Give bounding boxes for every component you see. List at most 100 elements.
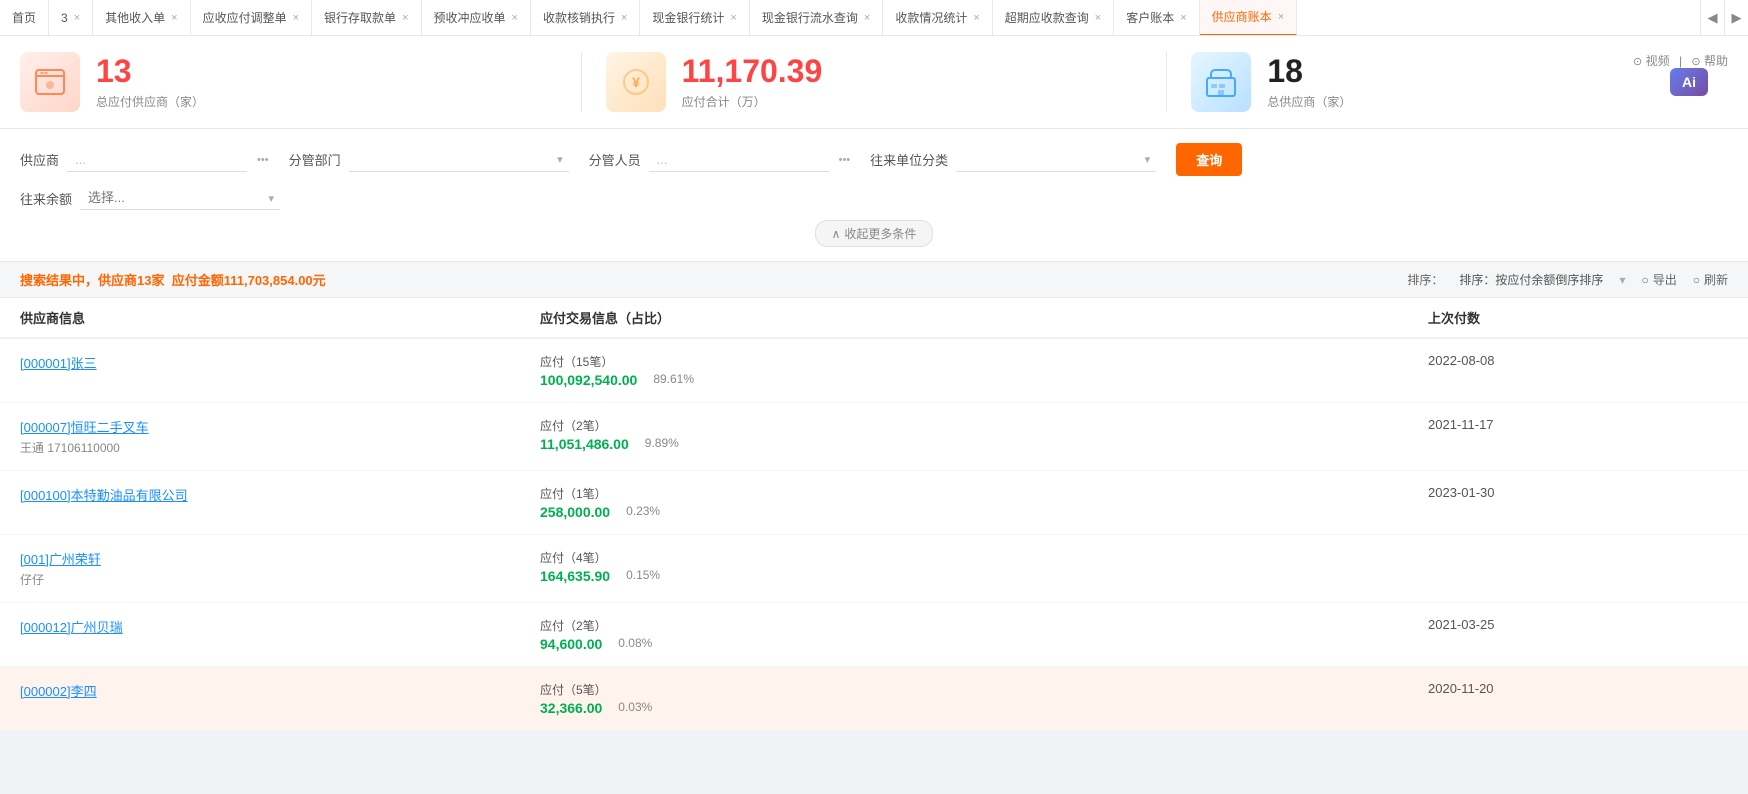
stat-divider-1 <box>581 52 582 112</box>
export-button[interactable]: ○ 导出 <box>1641 271 1676 288</box>
nav-arrow-left[interactable]: ◀ <box>1700 0 1724 36</box>
tx-amount-value: 32,366.00 <box>540 700 602 716</box>
table-row: [000001]张三应付（15笔）100,092,540.0089.61%202… <box>0 339 1748 403</box>
result-bar: 搜索结果中，供应商13家 应付金额111,703,854.00元 排序： 排序：… <box>0 262 1748 298</box>
tab-close-receipt-stat[interactable]: × <box>973 12 979 24</box>
result-summary-text: 搜索结果中，供应商13家 应付金额111,703,854.00元 <box>20 273 326 288</box>
tab-close-ar-ap-adjust[interactable]: × <box>293 12 299 24</box>
tx-label: 应付（1笔） <box>540 485 1428 502</box>
nav-tab-ar-ap-adjust[interactable]: 应收应付调整单× <box>191 0 312 36</box>
supplier-name-link[interactable]: [000012]广州贝瑞 <box>20 617 540 636</box>
refresh-button[interactable]: ○ 刷新 <box>1693 271 1728 288</box>
ai-badge[interactable]: Ai <box>1670 68 1708 96</box>
link-separator: | <box>1679 54 1682 68</box>
tab-close-cash-flow-query[interactable]: × <box>864 12 870 24</box>
amount-icon: ¥ <box>606 52 666 112</box>
table-row: [000002]李四应付（5笔）32,366.000.03%2020-11-20 <box>0 667 1748 731</box>
tab-close-customer-book[interactable]: × <box>1180 12 1186 24</box>
tab-close-supplier-book[interactable]: × <box>1278 11 1284 23</box>
tx-label: 应付（15笔） <box>540 353 1428 370</box>
tx-type-label: 应付（15笔） <box>540 355 613 369</box>
top-navigation: 首页3×其他收入单×应收应付调整单×银行存取款单×预收冲应收单×收款核销执行×现… <box>0 0 1748 36</box>
filter-row-1: 供应商 ••• 分管部门 ▾ 分管人员 ••• 往来单位分类 ▾ 查询 <box>20 143 1728 176</box>
tx-amount-value: 164,635.90 <box>540 568 610 584</box>
nav-arrow-right[interactable]: ▶ <box>1724 0 1748 36</box>
supplier-info-cell: [000002]李四 <box>20 681 540 700</box>
supplier-info-cell: [000100]本特勤油品有限公司 <box>20 485 540 504</box>
supplier-input[interactable] <box>67 148 247 172</box>
nav-tab-home[interactable]: 首页 <box>0 0 49 36</box>
supplier-more-icon[interactable]: ••• <box>257 154 269 166</box>
tab-close-overdue-ar[interactable]: × <box>1095 12 1101 24</box>
refresh-label: 刷新 <box>1704 271 1728 288</box>
tx-type-label: 应付（2笔） <box>540 619 607 633</box>
tx-info-cell: 应付（5笔）32,366.000.03% <box>540 681 1428 716</box>
top-right-links: ⊙ 视频 | ⊙ 帮助 <box>1633 52 1728 69</box>
supplier-name-link[interactable]: [000001]张三 <box>20 353 540 372</box>
col-header-tx: 应付交易信息（占比） <box>540 308 1428 327</box>
stats-bar: 13 总应付供应商（家） ¥ 11,170.39 应付合计（万） <box>0 36 1748 129</box>
filter-area: 供应商 ••• 分管部门 ▾ 分管人员 ••• 往来单位分类 ▾ 查询 <box>0 129 1748 262</box>
department-input[interactable] <box>349 148 569 172</box>
category-chevron-icon: ▾ <box>1145 153 1151 166</box>
nav-tab-other-income[interactable]: 其他收入单× <box>93 0 190 36</box>
supplier-name-link[interactable]: [001]广州荣轩 <box>20 549 540 568</box>
supplier-sub-info: 仔仔 <box>20 571 540 588</box>
payable-amount-label: 应付合计（万） <box>682 93 823 110</box>
stat-payable-content: 13 总应付供应商（家） <box>96 54 204 110</box>
tab-close-tab3[interactable]: × <box>74 12 80 24</box>
filter-supplier: 供应商 ••• <box>20 148 269 172</box>
nav-tab-supplier-book[interactable]: 供应商账本× <box>1200 0 1297 36</box>
tab-close-bank-deposit[interactable]: × <box>402 12 408 24</box>
tab-close-receipt-exec[interactable]: × <box>621 12 627 24</box>
supplier-name-link[interactable]: [000007]恒旺二手叉车 <box>20 417 540 436</box>
tab-close-cash-bank-stat[interactable]: × <box>730 12 736 24</box>
stat-payable-suppliers: 13 总应付供应商（家） <box>20 52 557 112</box>
nav-tab-cash-flow-query[interactable]: 现金银行流水查询× <box>750 0 883 36</box>
table-container: 供应商信息 应付交易信息（占比） 上次付数 [000001]张三应付（15笔）1… <box>0 298 1748 731</box>
nav-tab-overdue-ar[interactable]: 超期应收款查询× <box>993 0 1114 36</box>
supplier-name-link[interactable]: [000002]李四 <box>20 681 540 700</box>
sort-label: 排序： <box>1407 271 1443 288</box>
supplier-name-link[interactable]: [000100]本特勤油品有限公司 <box>20 485 540 504</box>
supplier-info-cell: [000007]恒旺二手叉车王通 17106110000 <box>20 417 540 456</box>
tx-percent-value: 89.61% <box>653 372 694 386</box>
balance-label: 往来余额 <box>20 189 72 208</box>
tab-close-other-income[interactable]: × <box>171 12 177 24</box>
nav-tab-cash-bank-stat[interactable]: 现金银行统计× <box>640 0 749 36</box>
tx-percent-value: 0.23% <box>626 504 660 518</box>
tx-amount-row: 164,635.900.15% <box>540 566 1428 584</box>
tx-amount-row: 11,051,486.009.89% <box>540 434 1428 452</box>
result-info: 搜索结果中，供应商13家 应付金额111,703,854.00元 <box>20 270 326 289</box>
tx-amount-row: 94,600.000.08% <box>540 634 1428 652</box>
export-icon: ○ <box>1641 273 1648 287</box>
department-select-container: ▾ <box>349 148 569 172</box>
sort-value[interactable]: 排序：按应付余额倒序排序 <box>1459 271 1603 288</box>
search-button[interactable]: 查询 <box>1176 143 1242 176</box>
nav-tab-receipt-stat[interactable]: 收款情况统计× <box>883 0 992 36</box>
category-label: 往来单位分类 <box>870 150 948 169</box>
tx-label: 应付（2笔） <box>540 617 1428 634</box>
supplier-icon <box>1191 52 1251 112</box>
col-header-supplier: 供应商信息 <box>20 308 540 327</box>
tab-close-prepay-ar[interactable]: × <box>512 12 518 24</box>
help-link[interactable]: ⊙ 帮助 <box>1691 54 1728 68</box>
video-link[interactable]: ⊙ 视频 <box>1633 54 1673 68</box>
collapse-button[interactable]: ∧ 收起更多条件 <box>815 220 934 247</box>
person-input[interactable] <box>649 148 829 172</box>
category-input[interactable] <box>956 148 1156 172</box>
nav-tab-receipt-exec[interactable]: 收款核销执行× <box>531 0 640 36</box>
total-suppliers-label: 总供应商（家） <box>1267 93 1351 110</box>
balance-input[interactable] <box>80 186 280 210</box>
person-more-icon[interactable]: ••• <box>839 154 851 166</box>
stat-total-content: 18 总供应商（家） <box>1267 54 1351 110</box>
tx-info-cell: 应付（2笔）11,051,486.009.89% <box>540 417 1428 452</box>
balance-select-container: ▾ <box>80 186 280 210</box>
nav-tab-prepay-ar[interactable]: 预收冲应收单× <box>422 0 531 36</box>
tx-amount-row: 100,092,540.0089.61% <box>540 370 1428 388</box>
table-row: [000100]本特勤油品有限公司应付（1笔）258,000.000.23%20… <box>0 471 1748 535</box>
nav-tab-tab3[interactable]: 3× <box>49 0 93 36</box>
nav-tab-customer-book[interactable]: 客户账本× <box>1114 0 1199 36</box>
payable-icon <box>20 52 80 112</box>
nav-tab-bank-deposit[interactable]: 银行存取款单× <box>312 0 421 36</box>
